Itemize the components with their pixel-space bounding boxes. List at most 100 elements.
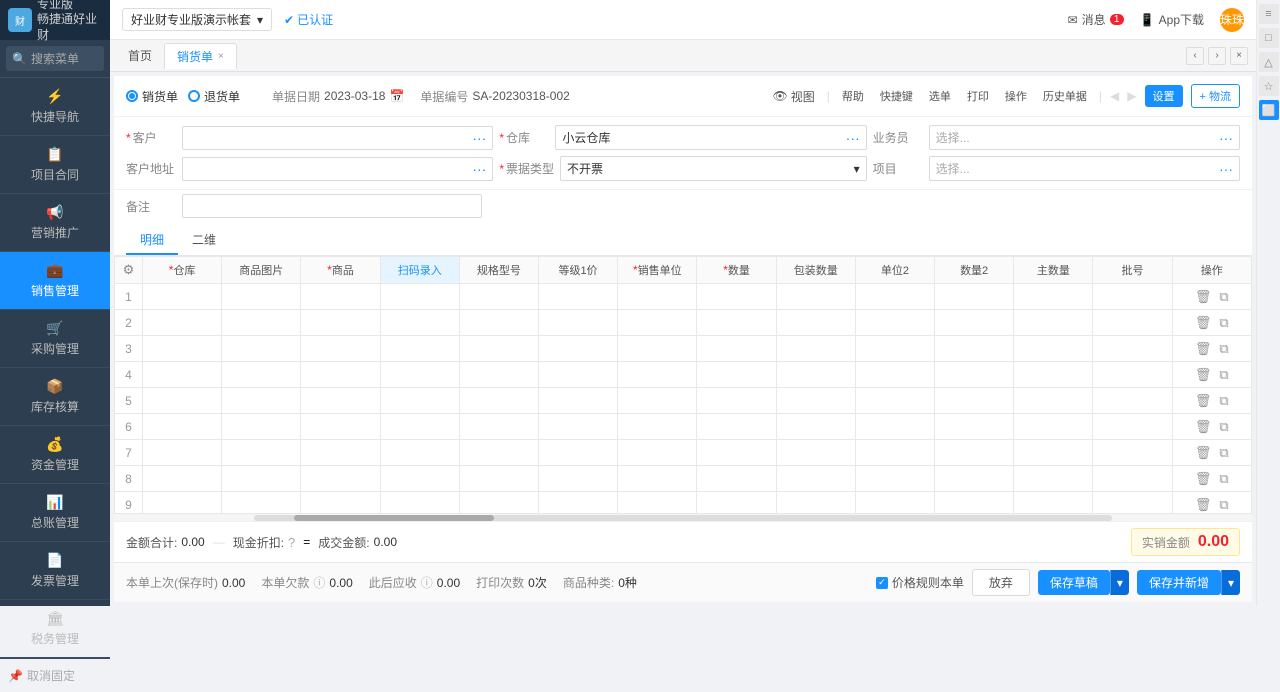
print-button[interactable]: 打印 [963,86,993,106]
cell-qty2-6[interactable] [935,414,1014,440]
cell-warehouse-2[interactable] [143,310,222,336]
cell-image-1[interactable] [222,284,301,310]
radio-return-order[interactable]: 退货单 [188,88,240,105]
tab-detail[interactable]: 明细 [126,226,178,255]
project-input[interactable]: 选择... ··· [929,156,1240,181]
col-scan[interactable]: 扫码录入 [380,257,459,284]
cell-spec-7[interactable] [459,440,538,466]
cell-pack-4[interactable] [776,362,855,388]
cell-qty-1[interactable] [697,284,776,310]
cell-unit2-5[interactable] [855,388,934,414]
cell-unit2-9[interactable] [855,492,934,514]
cell-price-4[interactable] [539,362,618,388]
sidebar-item-invoice[interactable]: 📄 发票管理 [0,542,110,600]
cell-unit2-4[interactable] [855,362,934,388]
sidebar-item-finance[interactable]: 💰 资金管理 [0,426,110,484]
cell-pack-6[interactable] [776,414,855,440]
delete-row-3-button[interactable]: 🗑 [1193,341,1214,357]
cell-spec-5[interactable] [459,388,538,414]
delete-row-2-button[interactable]: 🗑 [1193,315,1214,331]
cell-price-8[interactable] [539,466,618,492]
sidebar-item-sales[interactable]: 💼 销售管理 [0,252,110,310]
cell-pack-2[interactable] [776,310,855,336]
cell-scan-5[interactable] [380,388,459,414]
cell-qty-7[interactable] [697,440,776,466]
cell-unit-9[interactable] [618,492,697,514]
cell-pack-8[interactable] [776,466,855,492]
cell-unit2-2[interactable] [855,310,934,336]
tab-sales-order[interactable]: 销货单 × [164,43,237,69]
cell-scan-2[interactable] [380,310,459,336]
help-icon[interactable]: ? [288,535,295,550]
delete-row-6-button[interactable]: 🗑 [1193,419,1214,435]
cell-warehouse-5[interactable] [143,388,222,414]
cell-qty-2[interactable] [697,310,776,336]
cell-batch-2[interactable] [1093,310,1172,336]
tab-home[interactable]: 首页 [118,43,162,68]
cell-qty2-1[interactable] [935,284,1014,310]
calendar-icon[interactable]: 📅 [389,89,404,103]
cell-main-qty-6[interactable] [1014,414,1093,440]
cell-qty2-5[interactable] [935,388,1014,414]
cell-product-9[interactable] [301,492,380,514]
cell-pack-5[interactable] [776,388,855,414]
cell-scan-3[interactable] [380,336,459,362]
cell-image-9[interactable] [222,492,301,514]
copy-row-2-button[interactable]: ⧉ [1217,315,1230,331]
cell-qty2-2[interactable] [935,310,1014,336]
delete-row-4-button[interactable]: 🗑 [1193,367,1214,383]
cell-batch-5[interactable] [1093,388,1172,414]
cell-unit-1[interactable] [618,284,697,310]
cell-spec-9[interactable] [459,492,538,514]
cell-qty-9[interactable] [697,492,776,514]
sidebar-item-inventory[interactable]: 📦 库存核算 [0,368,110,426]
cell-main-qty-7[interactable] [1014,440,1093,466]
cell-image-4[interactable] [222,362,301,388]
right-btn-1[interactable]: ≡ [1259,4,1279,24]
cell-main-qty-9[interactable] [1014,492,1093,514]
cell-warehouse-4[interactable] [143,362,222,388]
right-btn-4[interactable]: ☆ [1259,76,1279,96]
pin-button[interactable]: 📌 取消固定 [0,658,110,692]
cell-warehouse-1[interactable] [143,284,222,310]
cell-batch-1[interactable] [1093,284,1172,310]
cell-unit-5[interactable] [618,388,697,414]
cell-unit-7[interactable] [618,440,697,466]
save-draft-dropdown-button[interactable]: ▾ [1110,570,1129,595]
cell-product-6[interactable] [301,414,380,440]
tab-prev-button[interactable]: ‹ [1186,47,1204,65]
cell-main-qty-3[interactable] [1014,336,1093,362]
cell-unit-8[interactable] [618,466,697,492]
cell-price-9[interactable] [539,492,618,514]
horizontal-scrollbar[interactable] [114,513,1252,521]
cell-batch-8[interactable] [1093,466,1172,492]
cell-unit2-8[interactable] [855,466,934,492]
cell-warehouse-6[interactable] [143,414,222,440]
cell-spec-8[interactable] [459,466,538,492]
delete-row-8-button[interactable]: 🗑 [1193,471,1214,487]
price-rule-checkbox[interactable]: 价格规则本单 [876,574,964,591]
cell-qty-5[interactable] [697,388,776,414]
right-btn-2[interactable]: □ [1259,28,1279,48]
cell-image-7[interactable] [222,440,301,466]
cell-main-qty-5[interactable] [1014,388,1093,414]
help-button[interactable]: 帮助 [838,86,868,106]
copy-row-9-button[interactable]: ⧉ [1217,497,1230,513]
save-new-button[interactable]: 保存并新增 [1137,570,1221,595]
cell-pack-7[interactable] [776,440,855,466]
history-button[interactable]: 历史单据 [1039,86,1091,106]
cell-product-1[interactable] [301,284,380,310]
radio-sales-order[interactable]: 销货单 [126,88,178,105]
cell-product-8[interactable] [301,466,380,492]
cell-unit2-3[interactable] [855,336,934,362]
cell-unit-3[interactable] [618,336,697,362]
cell-qty-6[interactable] [697,414,776,440]
cell-pack-9[interactable] [776,492,855,514]
right-btn-3[interactable]: △ [1259,52,1279,72]
cell-scan-6[interactable] [380,414,459,440]
copy-row-4-button[interactable]: ⧉ [1217,367,1230,383]
cell-qty2-7[interactable] [935,440,1014,466]
cell-image-2[interactable] [222,310,301,336]
cell-product-4[interactable] [301,362,380,388]
cell-warehouse-8[interactable] [143,466,222,492]
